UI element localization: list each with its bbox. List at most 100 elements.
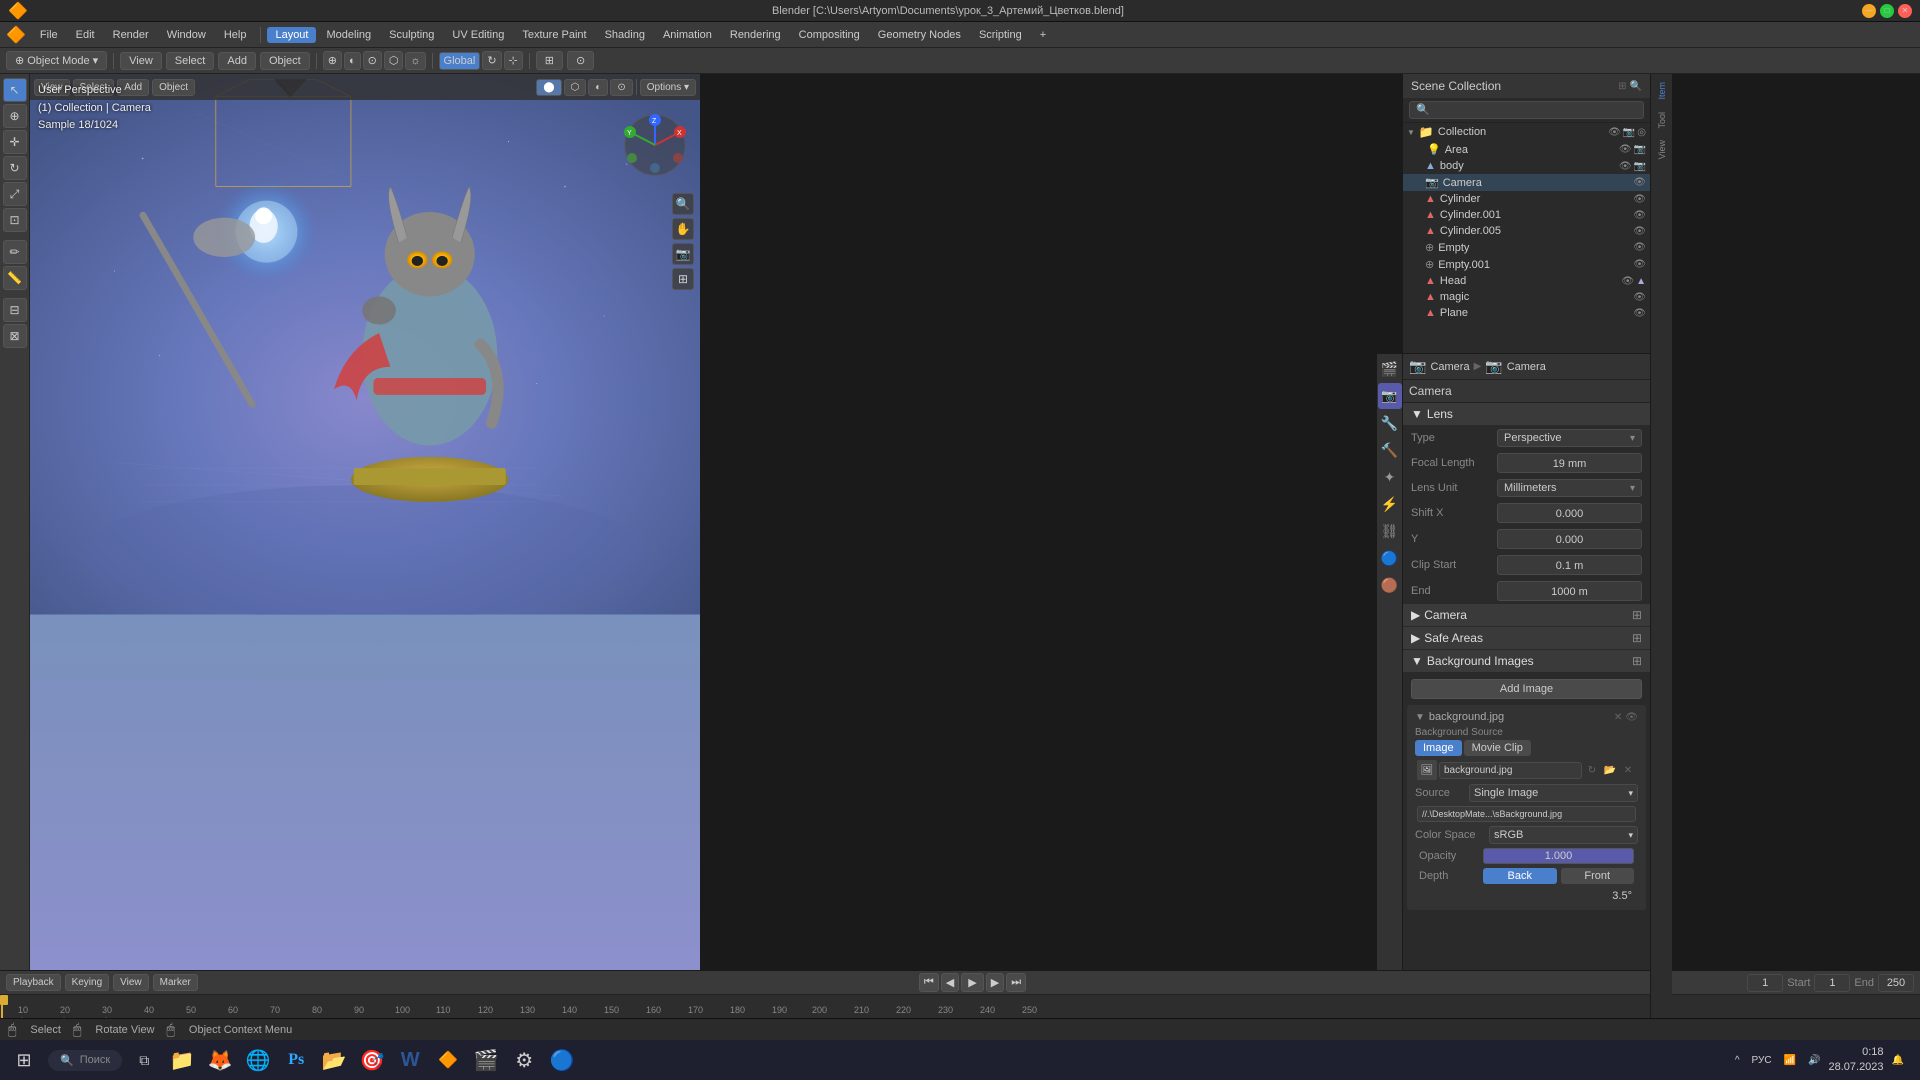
lens-section-header[interactable]: ▼ Lens bbox=[1403, 403, 1650, 426]
clip-start-input[interactable]: 0.1 m bbox=[1497, 555, 1642, 575]
tab-modeling[interactable]: Modeling bbox=[318, 27, 379, 43]
sc-item-plane[interactable]: ▲ Plane 👁 bbox=[1403, 305, 1650, 321]
files-btn[interactable]: 📁 bbox=[164, 1042, 200, 1078]
type-dropdown[interactable]: Perspective ▾ bbox=[1497, 429, 1642, 447]
opacity-slider[interactable]: 1.000 bbox=[1483, 848, 1634, 864]
minimize-button[interactable]: — bbox=[1862, 4, 1876, 18]
viewport-icon-5[interactable]: ☼ bbox=[405, 52, 425, 70]
app5-btn[interactable]: 🔵 bbox=[544, 1042, 580, 1078]
app4-btn[interactable]: ⚙ bbox=[506, 1042, 542, 1078]
sc-search-icon[interactable]: 🔍 bbox=[1630, 81, 1642, 92]
rotate-tool[interactable]: ↻ bbox=[3, 156, 27, 180]
camera-view-btn[interactable]: 📷 bbox=[672, 243, 694, 265]
depth-back-btn[interactable]: Back bbox=[1483, 868, 1557, 884]
word-btn[interactable]: W bbox=[392, 1042, 428, 1078]
empty-eye[interactable]: 👁 bbox=[1633, 242, 1646, 253]
view-menu[interactable]: View bbox=[120, 52, 162, 70]
sc-item-magic[interactable]: ▲ magic 👁 bbox=[1403, 289, 1650, 305]
sc-item-head[interactable]: ▲ Head 👁 ▲ bbox=[1403, 273, 1650, 289]
global-transform-btn[interactable]: Global bbox=[439, 52, 481, 70]
color-space-dropdown[interactable]: sRGB ▾ bbox=[1489, 826, 1638, 844]
col-eye[interactable]: 👁 bbox=[1608, 127, 1621, 138]
item-tab[interactable]: Item bbox=[1652, 76, 1672, 106]
tab-texture-paint[interactable]: Texture Paint bbox=[514, 27, 594, 43]
sc-item-cylinder005[interactable]: ▲ Cylinder.005 👁 bbox=[1403, 223, 1650, 239]
source-movie-btn[interactable]: Movie Clip bbox=[1464, 740, 1531, 756]
annotate-tool[interactable]: ✏ bbox=[3, 240, 27, 264]
tab-rendering[interactable]: Rendering bbox=[722, 27, 789, 43]
keying-btn[interactable]: Keying bbox=[65, 974, 110, 991]
app3-btn[interactable]: 🎬 bbox=[468, 1042, 504, 1078]
sc-item-cylinder[interactable]: ▲ Cylinder 👁 bbox=[1403, 191, 1650, 207]
body-cam[interactable]: 📷 bbox=[1634, 161, 1646, 172]
bg-expand-icon[interactable]: ⊞ bbox=[1632, 654, 1642, 668]
proportional-btn[interactable]: ⊙ bbox=[567, 51, 594, 70]
full-path-input[interactable] bbox=[1417, 806, 1636, 822]
material-btn[interactable]: ⊙ bbox=[610, 79, 632, 96]
clip-end-input[interactable]: 1000 m bbox=[1497, 581, 1642, 601]
physics-props-icon[interactable]: ⚡ bbox=[1377, 491, 1403, 517]
modifier-props-icon[interactable]: 🔨 bbox=[1377, 437, 1403, 463]
view-timeline-btn[interactable]: View bbox=[113, 974, 149, 991]
area-eye[interactable]: 👁 bbox=[1619, 144, 1632, 155]
add-menu[interactable]: Add bbox=[218, 52, 256, 70]
sc-item-empty[interactable]: ⊕ Empty 👁 bbox=[1403, 239, 1650, 256]
camera-section-header[interactable]: ▶ Camera ⊞ bbox=[1403, 604, 1650, 627]
cyl005-eye[interactable]: 👁 bbox=[1633, 226, 1646, 237]
tab-animation[interactable]: Animation bbox=[655, 27, 720, 43]
taskview-btn[interactable]: ⧉ bbox=[126, 1042, 162, 1078]
pivot-btn[interactable]: ⊹ bbox=[504, 51, 523, 70]
measure-tool[interactable]: 📏 bbox=[3, 266, 27, 290]
area-cam[interactable]: 📷 bbox=[1634, 144, 1646, 155]
start-button[interactable]: ⊞ bbox=[4, 1040, 44, 1080]
menu-file[interactable]: File bbox=[32, 27, 66, 43]
viewport-icon-4[interactable]: ⬡ bbox=[384, 51, 404, 70]
wireframe-btn[interactable]: ⬡ bbox=[564, 79, 587, 96]
sc-search-input[interactable] bbox=[1409, 101, 1644, 119]
scale-tool[interactable]: ⤢ bbox=[3, 182, 27, 206]
viewport-options-btn[interactable]: Options ▾ bbox=[640, 79, 696, 96]
safe-expand-icon[interactable]: ⊞ bbox=[1632, 631, 1642, 645]
tool-tab[interactable]: Tool bbox=[1652, 106, 1672, 135]
grid-btn[interactable]: ⊞ bbox=[672, 268, 694, 290]
browser-btn[interactable]: 🦊 bbox=[202, 1042, 238, 1078]
source-dropdown[interactable]: Single Image ▾ bbox=[1469, 784, 1638, 802]
constraints-icon[interactable]: ⛓ bbox=[1377, 518, 1403, 544]
tab-geometry-nodes[interactable]: Geometry Nodes bbox=[870, 27, 969, 43]
add-cube-tool[interactable]: ⊟ bbox=[3, 298, 27, 322]
file-x-btn[interactable]: ✕ bbox=[1620, 765, 1636, 776]
file-folder-btn[interactable]: 📂 bbox=[1602, 765, 1618, 776]
menu-render[interactable]: Render bbox=[105, 27, 157, 43]
cursor-tool[interactable]: ⊕ bbox=[3, 104, 27, 128]
transform-tool[interactable]: ⊡ bbox=[3, 208, 27, 232]
bg-item-x[interactable]: ✕ bbox=[1614, 712, 1622, 723]
next-frame-btn[interactable]: ▶ bbox=[986, 973, 1004, 992]
sc-item-cylinder001[interactable]: ▲ Cylinder.001 👁 bbox=[1403, 207, 1650, 223]
tab-compositing[interactable]: Compositing bbox=[791, 27, 868, 43]
body-eye[interactable]: 👁 bbox=[1619, 161, 1632, 172]
bg-images-header[interactable]: ▼ Background Images ⊞ bbox=[1403, 650, 1650, 673]
tab-uv-editing[interactable]: UV Editing bbox=[444, 27, 512, 43]
object-props-icon[interactable]: 🔧 bbox=[1377, 410, 1403, 436]
plane-eye[interactable]: 👁 bbox=[1633, 308, 1646, 319]
depth-front-btn[interactable]: Front bbox=[1561, 868, 1635, 884]
source-image-btn[interactable]: Image bbox=[1415, 740, 1462, 756]
safe-areas-header[interactable]: ▶ Safe Areas ⊞ bbox=[1403, 627, 1650, 650]
marker-btn[interactable]: Marker bbox=[153, 974, 198, 991]
focal-length-input[interactable]: 19 mm bbox=[1497, 453, 1642, 473]
camera-props-icon[interactable]: 📷 bbox=[1378, 383, 1402, 409]
app2-btn[interactable]: 🎯 bbox=[354, 1042, 390, 1078]
viewport-icon-3[interactable]: ⊙ bbox=[363, 51, 382, 70]
bg-item-collapse-arrow[interactable]: ▼ bbox=[1415, 712, 1425, 723]
lens-unit-dropdown[interactable]: Millimeters ▾ bbox=[1497, 479, 1642, 497]
cyl001-eye[interactable]: 👁 bbox=[1633, 210, 1646, 221]
maximize-button[interactable]: □ bbox=[1880, 4, 1894, 18]
tab-sculpting[interactable]: Sculpting bbox=[381, 27, 442, 43]
jump-end-btn[interactable]: ⏭ bbox=[1006, 973, 1026, 992]
file-reload-btn[interactable]: ↻ bbox=[1584, 765, 1600, 776]
move-tool[interactable]: ✛ bbox=[3, 130, 27, 154]
move-view-btn[interactable]: ✋ bbox=[672, 218, 694, 240]
search-box[interactable]: 🔍 Поиск bbox=[48, 1050, 122, 1071]
camera-sec-expand[interactable]: ⊞ bbox=[1632, 608, 1642, 622]
select-menu[interactable]: Select bbox=[166, 52, 215, 70]
